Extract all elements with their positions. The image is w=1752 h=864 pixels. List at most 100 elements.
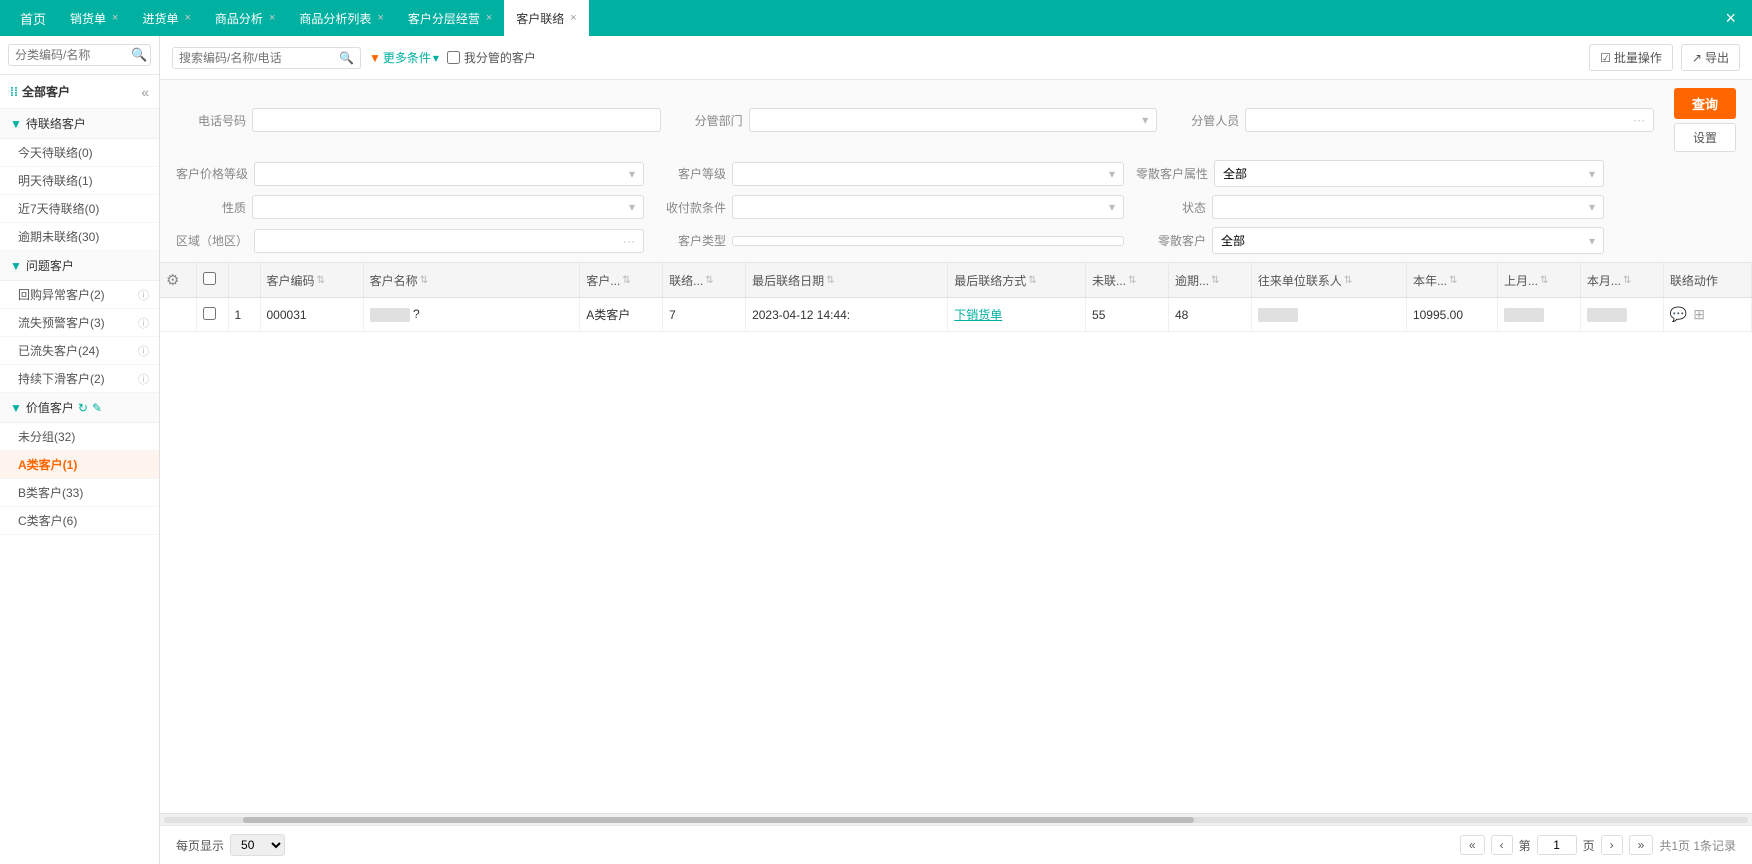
page-input[interactable] — [1537, 835, 1577, 855]
sort-lastdate-icon[interactable]: ⇅ — [826, 275, 834, 286]
setting-btn[interactable]: 设置 — [1674, 123, 1736, 152]
scatterprop-select[interactable]: 全部 ▾ — [1214, 160, 1604, 187]
nav-tab-customersegment[interactable]: 客户分层经营 × — [396, 0, 504, 36]
sidebar-section-value[interactable]: ▼ 价值客户 ↻ ✎ — [0, 393, 159, 423]
row-checkbox[interactable] — [203, 307, 216, 320]
nav-tab-customercontact[interactable]: 客户联络 × — [504, 0, 588, 36]
batch-op-btn[interactable]: ☑ 批量操作 — [1589, 44, 1673, 71]
sidebar-section-pending[interactable]: ▼ 待联络客户 — [0, 109, 159, 139]
sort-thismonth-icon[interactable]: ⇅ — [1623, 275, 1631, 286]
last-page-btn[interactable]: » — [1629, 835, 1654, 855]
export-icon: ↗ — [1692, 51, 1702, 65]
close-customersegment-tab[interactable]: × — [486, 12, 492, 24]
export-btn[interactable]: ↗ 导出 — [1681, 44, 1740, 71]
sidebar-item-lost[interactable]: 已流失客户(24) ⓘ — [0, 337, 159, 365]
manager-select[interactable]: ··· — [1245, 108, 1654, 132]
sort-thisyear-icon[interactable]: ⇅ — [1449, 275, 1457, 286]
all-customers-title[interactable]: ⁞⁞ 全部客户 — [10, 83, 70, 100]
next-page-btn[interactable]: › — [1601, 835, 1623, 855]
scrollbar-thumb[interactable] — [243, 817, 1193, 823]
settings-gear-icon[interactable]: ⚙ — [166, 272, 179, 289]
sidebar-item-bclass[interactable]: B类客户(33) — [0, 479, 159, 507]
td-thismonth — [1580, 298, 1663, 332]
field-nature: 性质 ▾ — [176, 195, 644, 219]
close-salesorder-tab[interactable]: × — [112, 12, 118, 24]
nav-tab-productanalysislist[interactable]: 商品分析列表 × — [287, 0, 395, 36]
prev-page-btn[interactable]: ‹ — [1491, 835, 1513, 855]
field-scatterprop: 零散客户属性 全部 ▾ — [1136, 160, 1604, 187]
close-customercontact-tab[interactable]: × — [570, 12, 576, 24]
pricelevel-label: 客户价格等级 — [176, 165, 248, 182]
sort-category-icon[interactable]: ⇅ — [622, 275, 630, 286]
sidebar-item-warning[interactable]: 流失预警客户(3) ⓘ — [0, 309, 159, 337]
sort-contact-icon[interactable]: ⇅ — [705, 275, 713, 286]
search-input[interactable] — [179, 51, 339, 65]
sort-notcontact-icon[interactable]: ⇅ — [1128, 275, 1136, 286]
close-productanalysislist-tab[interactable]: × — [377, 12, 383, 24]
sidebar-item-today[interactable]: 今天待联络(0) — [0, 139, 159, 167]
payment-select[interactable]: ▾ — [732, 195, 1124, 219]
lastmonth-masked — [1504, 308, 1544, 322]
close-productanalysis-tab[interactable]: × — [269, 12, 275, 24]
scattercustomer-select[interactable]: 全部 ▾ — [1212, 227, 1604, 254]
edit-icon[interactable]: ✎ — [92, 401, 102, 415]
region-select[interactable]: ··· — [254, 229, 644, 253]
sidebar-item-aclass[interactable]: A类客户(1) — [0, 451, 159, 479]
sidebar-item-ungrouped[interactable]: 未分组(32) — [0, 423, 159, 451]
nav-tab-purchaseorder[interactable]: 进货单 × — [130, 0, 202, 36]
sort-overdue-icon[interactable]: ⇅ — [1211, 275, 1219, 286]
field-phone: 电话号码 — [176, 108, 661, 132]
nav-tab-productanalysis[interactable]: 商品分析 × — [203, 0, 287, 36]
my-customers-checkbox[interactable] — [447, 51, 460, 64]
sidebar-item-abnormal[interactable]: 回购异常客户(2) ⓘ — [0, 281, 159, 309]
sidebar-collapse-btn[interactable]: « — [141, 84, 149, 100]
horizontal-scrollbar[interactable] — [160, 813, 1752, 825]
page-size-select[interactable]: 50 100 200 — [230, 834, 285, 856]
customerlevel-select[interactable]: ▾ — [732, 162, 1124, 186]
comment-icon[interactable]: 💬 — [1670, 306, 1687, 323]
more-filters-btn[interactable]: ▼ 更多条件 ▾ — [369, 49, 439, 66]
td-thisyear: 10995.00 — [1406, 298, 1497, 332]
close-purchaseorder-tab[interactable]: × — [184, 12, 190, 24]
sidebar-item-7days[interactable]: 近7天待联络(0) — [0, 195, 159, 223]
sidebar-search-icon[interactable]: 🔍 — [131, 47, 147, 63]
sidebar-search-input[interactable] — [8, 44, 151, 66]
first-page-btn[interactable]: « — [1460, 835, 1485, 855]
select-all-checkbox[interactable] — [203, 272, 216, 285]
th-index — [228, 263, 260, 298]
td-lastmonth — [1498, 298, 1581, 332]
td-lastway: 下销货单 — [948, 298, 1086, 332]
nav-tab-salesorder[interactable]: 销货单 × — [58, 0, 130, 36]
sort-prevcontact-icon[interactable]: ⇅ — [1344, 275, 1352, 286]
search-icon[interactable]: 🔍 — [339, 51, 354, 65]
pricelevel-select[interactable]: ▾ — [254, 162, 644, 186]
scattercustomer-arrow-icon: ▾ — [1589, 234, 1595, 248]
page-size-area: 每页显示 50 100 200 — [176, 834, 285, 856]
lastway-link[interactable]: 下销货单 — [954, 308, 1002, 322]
my-customers-filter[interactable]: 我分管的客户 — [447, 49, 536, 66]
data-table: ⚙ 客户编码 ⇅ — [160, 263, 1752, 332]
dept-arrow-icon: ▾ — [1142, 113, 1148, 127]
status-select[interactable]: ▾ — [1212, 195, 1604, 219]
batch-icon: ☑ — [1600, 51, 1611, 65]
sort-code-icon[interactable]: ⇅ — [317, 275, 325, 286]
sidebar-item-cclass[interactable]: C类客户(6) — [0, 507, 159, 535]
sort-lastway-icon[interactable]: ⇅ — [1028, 275, 1036, 286]
phone-input[interactable] — [252, 108, 661, 132]
close-all-tabs[interactable]: × — [1717, 8, 1744, 29]
sort-name-icon[interactable]: ⇅ — [420, 275, 428, 286]
sort-lastmonth-icon[interactable]: ⇅ — [1540, 275, 1548, 286]
sidebar-item-tomorrow[interactable]: 明天待联络(1) — [0, 167, 159, 195]
payment-arrow-icon: ▾ — [1109, 200, 1115, 214]
qrcode-icon[interactable]: ⊞ — [1693, 306, 1705, 323]
nature-select[interactable]: ▾ — [252, 195, 644, 219]
refresh-icon[interactable]: ↻ — [78, 401, 88, 415]
query-btn[interactable]: 查询 — [1674, 88, 1736, 119]
nav-home[interactable]: 首页 — [8, 0, 58, 36]
sidebar-section-problem[interactable]: ▼ 问题客户 — [0, 251, 159, 281]
customertype-input[interactable] — [732, 236, 1124, 246]
sidebar-item-overdue[interactable]: 逾期未联络(30) — [0, 223, 159, 251]
sidebar-item-declining[interactable]: 持续下滑客户(2) ⓘ — [0, 365, 159, 393]
content-area: 🔍 ▼ 更多条件 ▾ 我分管的客户 ☑ 批量操作 ↗ 导出 — [160, 36, 1752, 864]
dept-select[interactable]: ▾ — [749, 108, 1158, 132]
